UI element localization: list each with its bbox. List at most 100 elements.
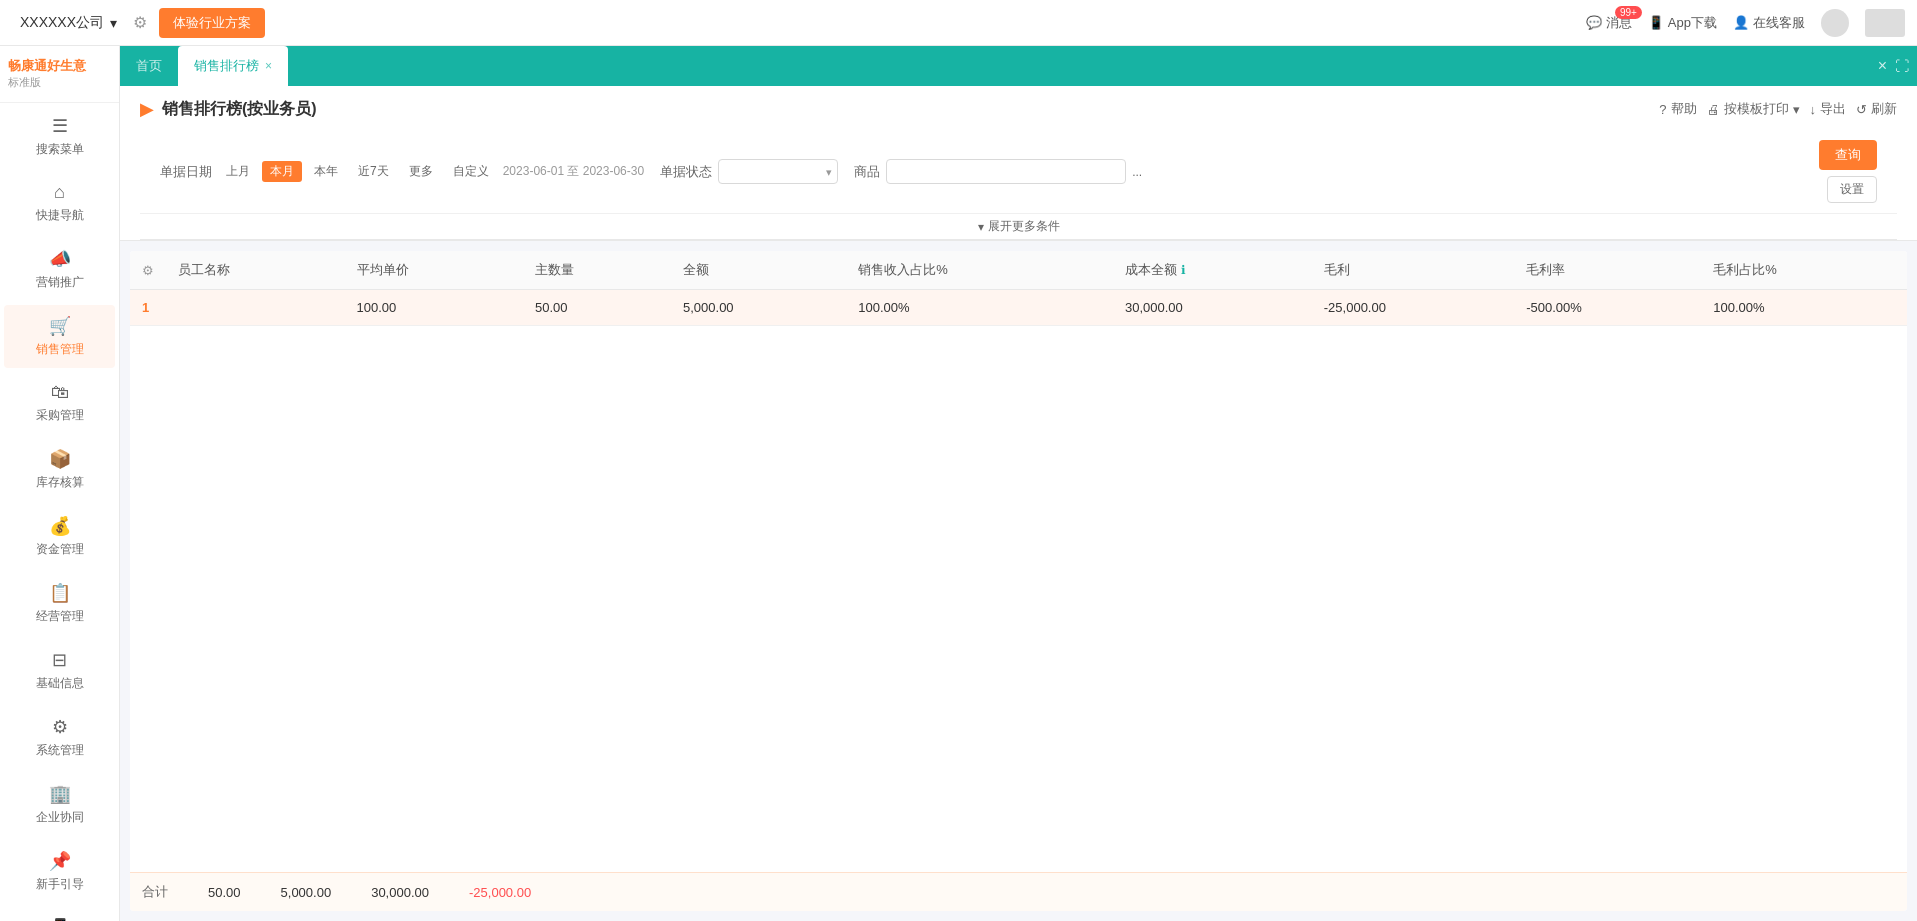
sidebar-item-label-quick-nav: 快捷导航 <box>36 207 84 224</box>
expand-bar[interactable]: ▾ 展开更多条件 <box>140 214 1897 240</box>
back-arrow-icon[interactable]: ▶ <box>140 98 154 120</box>
refresh-button[interactable]: ↺ 刷新 <box>1856 100 1897 118</box>
sidebar-item-label-system: 系统管理 <box>36 742 84 759</box>
sidebar-item-label-marketing: 营销推广 <box>36 274 84 291</box>
finance-icon: 💰 <box>49 515 71 537</box>
sidebar-item-label-finance: 资金管理 <box>36 541 84 558</box>
filter-bar: 单据日期 上月 本月 本年 近7天 更多 自定义 2023-06-01 至 20… <box>140 130 1897 214</box>
tab-close-icon[interactable]: × <box>265 59 272 73</box>
goods-filter: 商品 ... <box>854 159 1142 184</box>
user-name-area[interactable] <box>1865 9 1905 37</box>
company-name: XXXXXX公司 <box>20 14 104 32</box>
sidebar-item-marketing[interactable]: 📣 营销推广 <box>4 238 115 301</box>
logo-line1: 畅康通好生意 <box>8 58 111 75</box>
date-tab-7days[interactable]: 近7天 <box>350 161 397 182</box>
status-select[interactable] <box>718 159 838 184</box>
sidebar-item-system[interactable]: ⚙ 系统管理 <box>4 706 115 769</box>
sidebar-item-search[interactable]: ☰ 搜索菜单 <box>4 105 115 168</box>
header-actions: ? 帮助 🖨 按模板打印 ▾ ↓ 导出 <box>1659 100 1897 118</box>
table-container: ⚙ 员工名称 平均单价 主数量 全额 销售收入占比% 成本全额 ℹ <box>130 251 1907 911</box>
cell-cost-amount: 30,000.00 <box>1113 290 1312 326</box>
online-service-button[interactable]: 👤 在线客服 <box>1733 14 1805 32</box>
company-selector[interactable]: XXXXXX公司 ▾ <box>12 10 125 36</box>
table-header: ⚙ 员工名称 平均单价 主数量 全额 销售收入占比% 成本全额 ℹ <box>130 251 1907 290</box>
th-name: 员工名称 <box>166 251 345 290</box>
trial-button[interactable]: 体验行业方案 <box>159 8 265 38</box>
top-bar-right: 💬 消息 99+ 📱 App下载 👤 在线客服 <box>1586 9 1905 37</box>
goods-filter-label: 商品 <box>854 163 880 181</box>
cell-amount: 5,000.00 <box>671 290 846 326</box>
cost-info-icon[interactable]: ℹ <box>1181 263 1186 277</box>
sidebar-item-label-operations: 经营管理 <box>36 608 84 625</box>
service-icon: 👤 <box>1733 15 1749 30</box>
print-button[interactable]: 🖨 按模板打印 ▾ <box>1707 100 1800 118</box>
purchase-icon: 🛍 <box>51 382 69 403</box>
enterprise-icon: 🏢 <box>49 783 71 805</box>
window-close-icon[interactable]: × <box>1878 57 1887 75</box>
message-badge: 99+ <box>1615 6 1642 19</box>
date-tab-this-month[interactable]: 本月 <box>262 161 302 182</box>
avatar[interactable] <box>1821 9 1849 37</box>
tab-home[interactable]: 首页 <box>120 46 178 86</box>
sidebar-item-label-purchase: 采购管理 <box>36 407 84 424</box>
table-footer: 合计 50.00 5,000.00 30,000.00 -25,000.00 <box>130 872 1907 911</box>
app-download-button[interactable]: 📱 App下载 <box>1648 14 1717 32</box>
export-button[interactable]: ↓ 导出 <box>1810 100 1847 118</box>
help-button[interactable]: ? 帮助 <box>1659 100 1696 118</box>
th-gross-profit: 毛利 <box>1312 251 1514 290</box>
th-avg-price: 平均单价 <box>345 251 524 290</box>
sidebar-item-finance[interactable]: 💰 资金管理 <box>4 505 115 568</box>
date-range-display: 2023-06-01 至 2023-06-30 <box>503 163 644 180</box>
cell-main-qty: 50.00 <box>523 290 671 326</box>
cell-name <box>166 290 345 326</box>
status-filter-label: 单据状态 <box>660 163 712 181</box>
status-select-wrapper <box>718 159 838 184</box>
sidebar-logo: 畅康通好生意 标准版 <box>0 46 119 103</box>
apps-icon: 📱 <box>49 917 71 921</box>
sales-icon: 🛒 <box>49 315 71 337</box>
sidebar-item-guide[interactable]: 📌 新手引导 <box>4 840 115 903</box>
print-icon: 🖨 <box>1707 102 1720 117</box>
goods-more-icon[interactable]: ... <box>1132 165 1142 179</box>
app-icon: 📱 <box>1648 15 1664 30</box>
tab-sales-rank[interactable]: 销售排行榜 × <box>178 46 288 86</box>
sidebar-item-sales[interactable]: 🛒 销售管理 <box>4 305 115 368</box>
sidebar-item-operations[interactable]: 📋 经营管理 <box>4 572 115 635</box>
logo-line2: 标准版 <box>8 75 111 90</box>
table-settings-icon[interactable]: ⚙ <box>142 263 154 278</box>
cell-sales-pct: 100.00% <box>846 290 1113 326</box>
search-menu-icon: ☰ <box>52 115 68 137</box>
date-tab-more[interactable]: 更多 <box>401 161 441 182</box>
sidebar-item-purchase[interactable]: 🛍 采购管理 <box>4 372 115 434</box>
th-settings: ⚙ <box>130 251 166 290</box>
date-tab-this-year[interactable]: 本年 <box>306 161 346 182</box>
sidebar-item-label-search: 搜索菜单 <box>36 141 84 158</box>
settings-button[interactable]: 设置 <box>1827 176 1877 203</box>
messages-button[interactable]: 💬 消息 99+ <box>1586 14 1632 32</box>
basic-icon: ⊟ <box>52 649 67 671</box>
operations-icon: 📋 <box>49 582 71 604</box>
page-title: 销售排行榜(按业务员) <box>162 99 317 120</box>
date-tab-custom[interactable]: 自定义 <box>445 161 497 182</box>
date-tab-last-month[interactable]: 上月 <box>218 161 258 182</box>
content-area: 首页 销售排行榜 × × ⛶ ▶ 销售排行榜( <box>120 46 1917 921</box>
sidebar-item-label-enterprise: 企业协同 <box>36 809 84 826</box>
expand-icon: ▾ <box>978 220 984 234</box>
settings-icon[interactable]: ⚙ <box>133 13 147 32</box>
cell-avg-price: 100.00 <box>345 290 524 326</box>
query-button[interactable]: 查询 <box>1819 140 1877 170</box>
sidebar-item-enterprise[interactable]: 🏢 企业协同 <box>4 773 115 836</box>
sidebar-item-quick-nav[interactable]: ⌂ 快捷导航 <box>4 172 115 234</box>
tab-bar: 首页 销售排行榜 × × ⛶ <box>120 46 1917 86</box>
window-maximize-icon[interactable]: ⛶ <box>1895 58 1909 74</box>
th-gross-pct: 毛利占比% <box>1701 251 1907 290</box>
goods-input[interactable] <box>886 159 1126 184</box>
sidebar-item-label-guide: 新手引导 <box>36 876 84 893</box>
filter-actions: 查询 设置 <box>1819 140 1877 203</box>
data-table: ⚙ 员工名称 平均单价 主数量 全额 销售收入占比% 成本全额 ℹ <box>130 251 1907 326</box>
sidebar-item-apps[interactable]: 📱 应用中心 <box>4 907 115 921</box>
footer-label: 合计 <box>142 883 168 901</box>
sidebar-item-basic[interactable]: ⊟ 基础信息 <box>4 639 115 702</box>
sidebar-item-inventory[interactable]: 📦 库存核算 <box>4 438 115 501</box>
th-cost-amount: 成本全额 ℹ <box>1113 251 1312 290</box>
